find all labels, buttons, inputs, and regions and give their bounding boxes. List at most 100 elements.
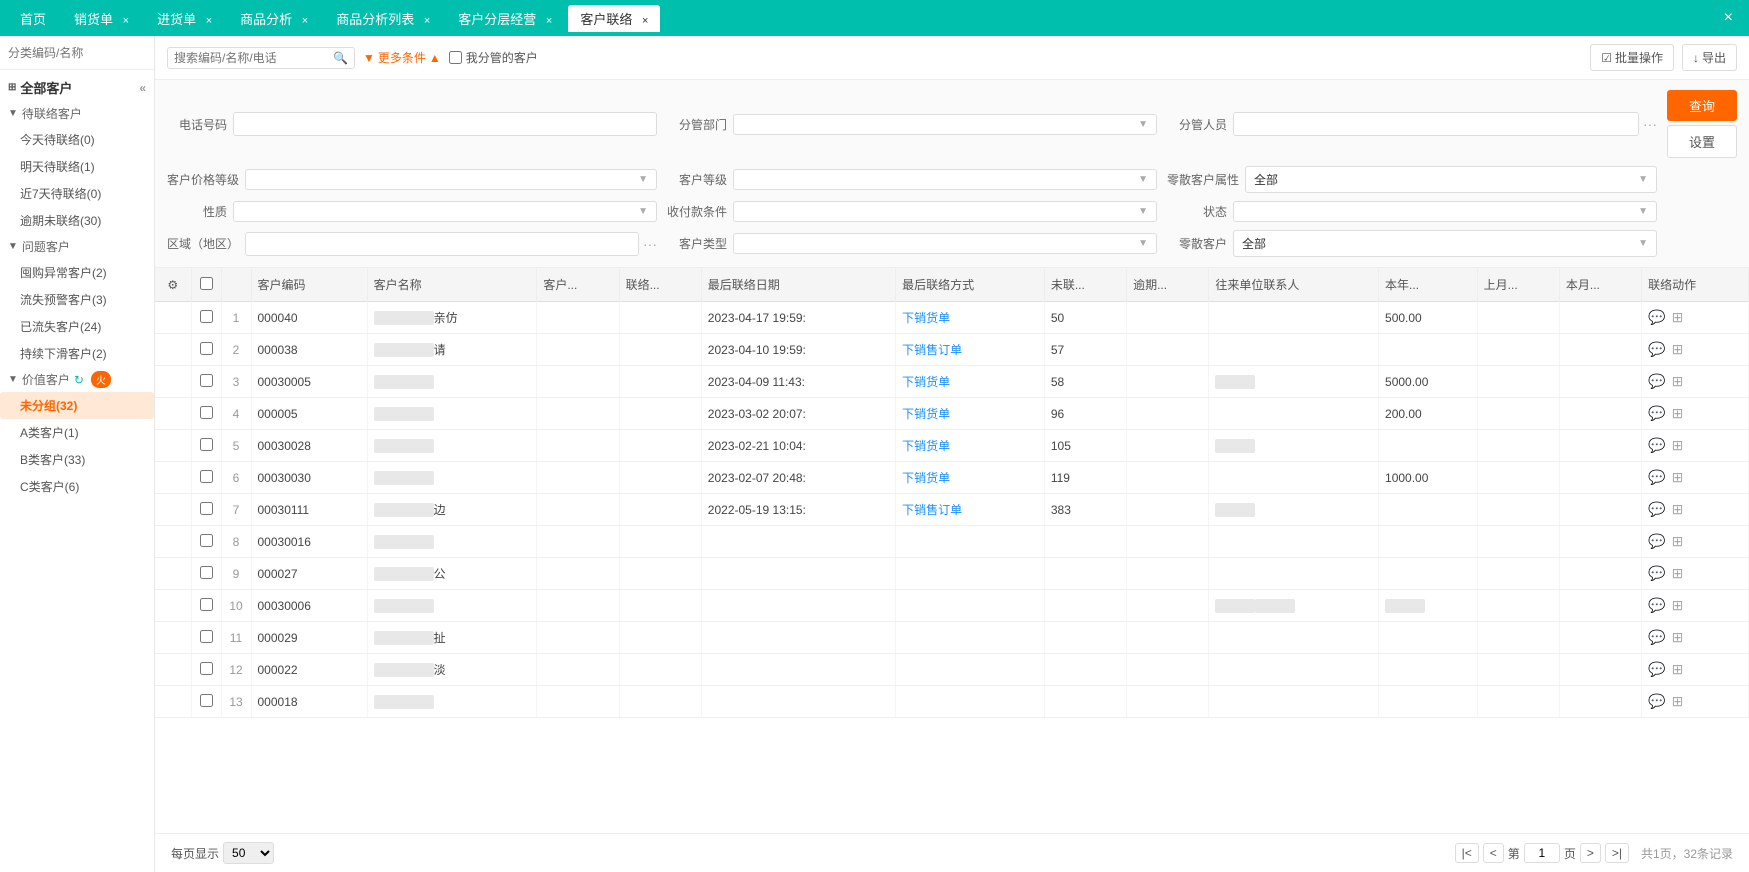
last-method-link[interactable]: 下销货单 (902, 311, 950, 325)
sidebar-item-class-a[interactable]: A类客户(1) (0, 419, 154, 446)
sidebar-item-tomorrow[interactable]: 明天待联络(1) (0, 153, 154, 180)
nature-select[interactable]: ▼ (233, 201, 657, 222)
current-page-input[interactable] (1524, 843, 1560, 863)
td-checkbox[interactable] (191, 622, 221, 654)
my-customers-checkbox[interactable] (449, 51, 462, 64)
all-customers-header[interactable]: ⊞ 全部客户 « (0, 70, 154, 101)
export-button[interactable]: ↓ 导出 (1682, 44, 1737, 71)
grid-action-icon[interactable]: ⊞ (1672, 629, 1684, 646)
region-dots[interactable]: ··· (643, 236, 657, 252)
more-conditions[interactable]: ▼ 更多条件 ▲ (363, 49, 441, 66)
chat-icon[interactable]: 💬 (1648, 629, 1665, 646)
grid-action-icon[interactable]: ⊞ (1672, 341, 1684, 358)
td-checkbox[interactable] (191, 686, 221, 718)
last-method-link[interactable]: 下销货单 (902, 439, 950, 453)
chat-icon[interactable]: 💬 (1648, 501, 1665, 518)
th-name[interactable]: 客户名称 (367, 268, 537, 302)
td-checkbox[interactable] (191, 430, 221, 462)
batch-ops-button[interactable]: ☑ 批量操作 (1590, 44, 1674, 71)
th-contact-person[interactable]: 往来单位联系人 (1209, 268, 1379, 302)
sidebar-item-7days[interactable]: 近7天待联络(0) (0, 180, 154, 207)
nav-tab-analysis[interactable]: 商品分析 × (228, 5, 320, 32)
th-overdue[interactable]: 逾期... (1127, 268, 1209, 302)
td-checkbox[interactable] (191, 366, 221, 398)
grid-action-icon[interactable]: ⊞ (1672, 469, 1684, 486)
payment-select[interactable]: ▼ (733, 201, 1157, 222)
cust-level-select[interactable]: ▼ (733, 169, 1157, 190)
th-code[interactable]: 客户编码 (251, 268, 367, 302)
td-checkbox[interactable] (191, 334, 221, 366)
row-checkbox[interactable] (200, 374, 213, 387)
grid-action-icon[interactable]: ⊞ (1672, 693, 1684, 710)
chat-icon[interactable]: 💬 (1648, 373, 1665, 390)
last-method-link[interactable]: 下销售订单 (902, 343, 962, 357)
th-this-month[interactable]: 本月... (1559, 268, 1641, 302)
row-checkbox[interactable] (200, 438, 213, 451)
td-checkbox[interactable] (191, 558, 221, 590)
person-input[interactable] (1233, 112, 1639, 136)
row-checkbox[interactable] (200, 566, 213, 579)
price-level-select[interactable]: ▼ (245, 169, 657, 190)
close-purchase-icon[interactable]: × (206, 15, 212, 27)
td-checkbox[interactable] (191, 302, 221, 334)
chat-icon[interactable]: 💬 (1648, 533, 1665, 550)
nav-tab-purchase[interactable]: 进货单 × (145, 5, 224, 32)
status-select[interactable]: ▼ (1233, 201, 1657, 222)
region-input[interactable] (245, 232, 639, 256)
sidebar-item-declining[interactable]: 持续下滑客户(2) (0, 340, 154, 367)
td-checkbox[interactable] (191, 494, 221, 526)
sidebar-group-problem[interactable]: ▼ 问题客户 (0, 234, 154, 259)
row-checkbox[interactable] (200, 630, 213, 643)
row-checkbox[interactable] (200, 470, 213, 483)
sidebar-item-class-c[interactable]: C类客户(6) (0, 473, 154, 500)
dept-select[interactable]: ▼ (733, 114, 1157, 135)
th-settings[interactable]: ⚙ (155, 268, 191, 302)
nav-tab-customer-mgmt[interactable]: 客户分层经营 × (446, 5, 564, 32)
chat-icon[interactable]: 💬 (1648, 437, 1665, 454)
chat-icon[interactable]: 💬 (1648, 405, 1665, 422)
next-page-button[interactable]: > (1580, 843, 1601, 863)
select-all-checkbox[interactable] (200, 277, 213, 290)
page-size-select[interactable]: 50 100 200 (223, 842, 274, 864)
reset-button[interactable]: 设置 (1667, 125, 1737, 158)
scatter-select[interactable]: 全部 ▼ (1233, 230, 1657, 257)
td-checkbox[interactable] (191, 462, 221, 494)
prev-page-button[interactable]: < (1483, 843, 1504, 863)
close-customer-mgmt-icon[interactable]: × (546, 15, 552, 27)
td-checkbox[interactable] (191, 398, 221, 430)
first-page-button[interactable]: |< (1455, 843, 1479, 863)
chat-icon[interactable]: 💬 (1648, 309, 1665, 326)
last-method-link[interactable]: 下销货单 (902, 471, 950, 485)
row-checkbox[interactable] (200, 534, 213, 547)
row-checkbox[interactable] (200, 598, 213, 611)
grid-action-icon[interactable]: ⊞ (1672, 661, 1684, 678)
th-checkbox[interactable] (191, 268, 221, 302)
collapse-icon[interactable]: « (139, 81, 146, 95)
phone-input[interactable] (233, 112, 657, 136)
th-type[interactable]: 客户... (537, 268, 619, 302)
refresh-icon[interactable]: ↻ (74, 373, 84, 387)
last-method-link[interactable]: 下销货单 (902, 407, 950, 421)
query-button[interactable]: 查询 (1667, 90, 1737, 121)
sidebar-item-overdue[interactable]: 逾期未联络(30) (0, 207, 154, 234)
search-icon[interactable]: 🔍 (333, 51, 348, 65)
close-analysis-icon[interactable]: × (302, 15, 308, 27)
chat-icon[interactable]: 💬 (1648, 341, 1665, 358)
sidebar-item-class-b[interactable]: B类客户(33) (0, 446, 154, 473)
grid-action-icon[interactable]: ⊞ (1672, 405, 1684, 422)
nav-tab-sales[interactable]: 销货单 × (62, 5, 141, 32)
grid-action-icon[interactable]: ⊞ (1672, 437, 1684, 454)
grid-action-icon[interactable]: ⊞ (1672, 309, 1684, 326)
search-input[interactable] (174, 51, 329, 65)
chat-icon[interactable]: 💬 (1648, 661, 1665, 678)
last-method-link[interactable]: 下销货单 (902, 375, 950, 389)
row-checkbox[interactable] (200, 694, 213, 707)
grid-action-icon[interactable]: ⊞ (1672, 533, 1684, 550)
th-last-method[interactable]: 最后联络方式 (896, 268, 1045, 302)
td-checkbox[interactable] (191, 526, 221, 558)
sidebar-item-lost[interactable]: 已流失客户(24) (0, 313, 154, 340)
grid-action-icon[interactable]: ⊞ (1672, 597, 1684, 614)
row-checkbox[interactable] (200, 310, 213, 323)
sidebar-item-abnormal[interactable]: 囤购异常客户(2) (0, 259, 154, 286)
chat-icon[interactable]: 💬 (1648, 469, 1665, 486)
